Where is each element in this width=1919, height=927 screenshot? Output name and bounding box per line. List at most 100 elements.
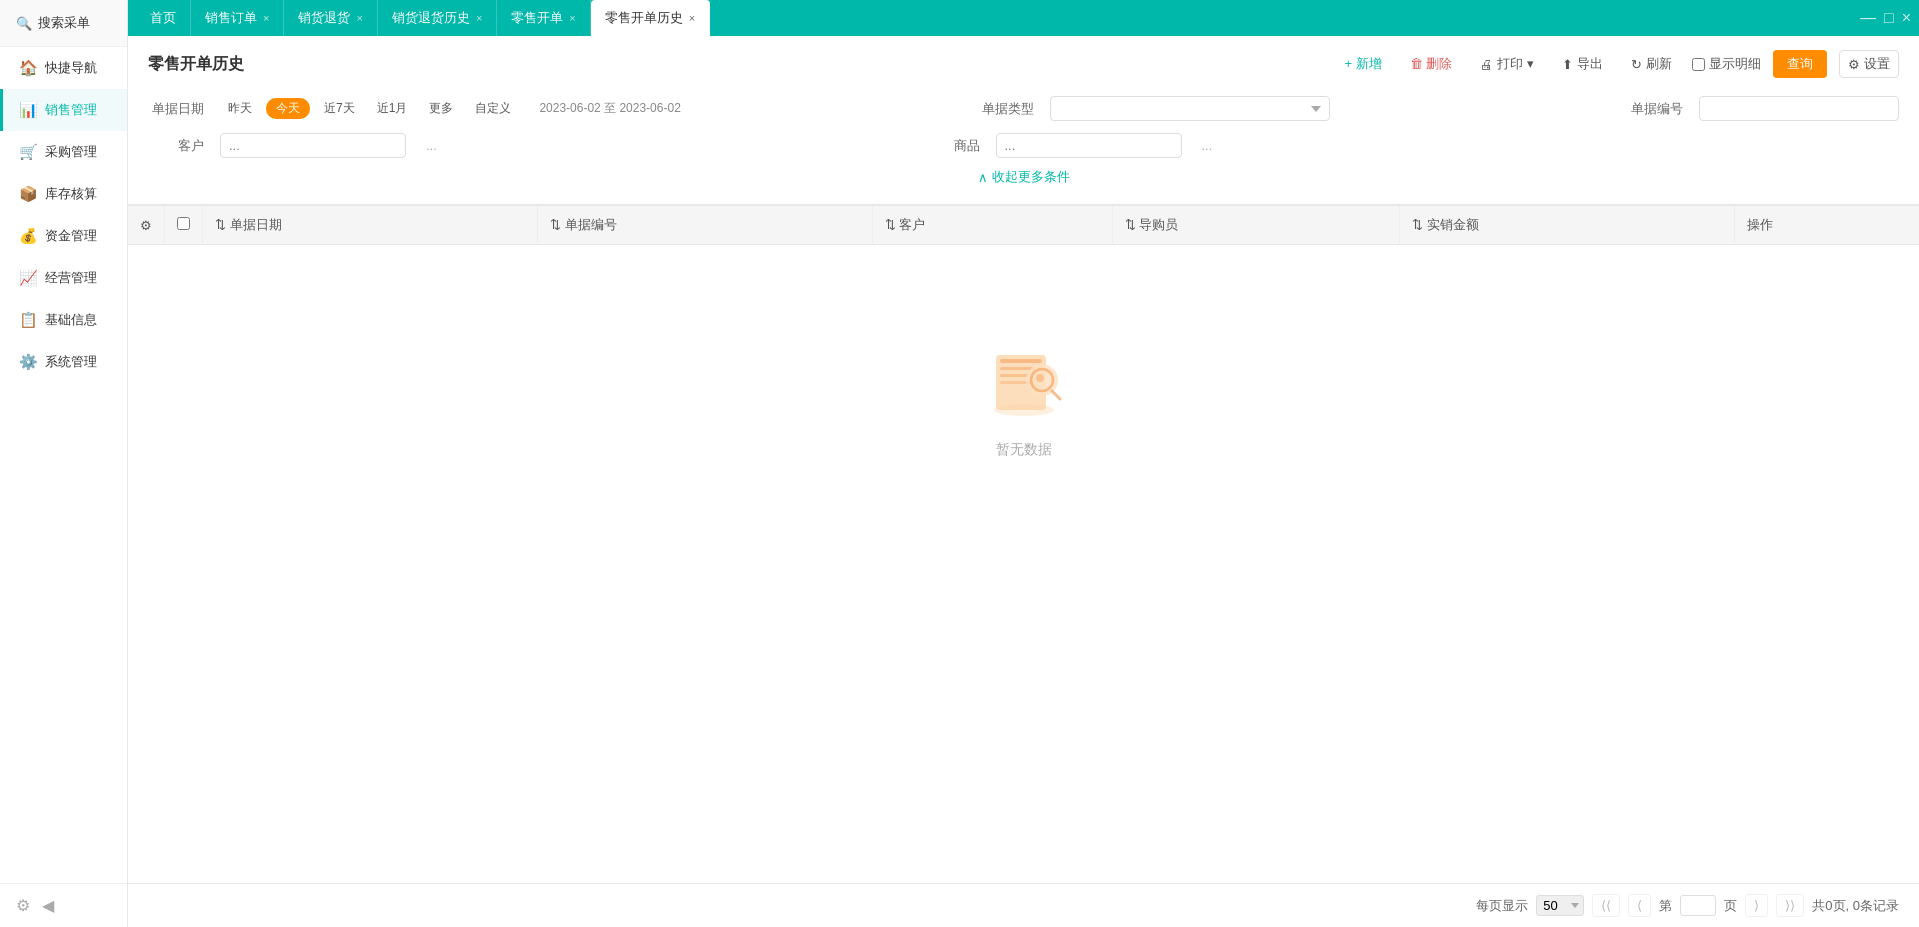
th-doc-no-sort[interactable]: ⇅ 单据编号 bbox=[550, 216, 860, 234]
tab-bar: 首页销售订单×销货退货×销货退货历史×零售开单×零售开单历史× — □ × bbox=[128, 0, 1919, 36]
th-amount-sort[interactable]: ⇅ 实销金额 bbox=[1412, 216, 1722, 234]
date-option-yesterday[interactable]: 昨天 bbox=[220, 98, 260, 119]
tab-close-retail-open[interactable]: × bbox=[569, 12, 575, 24]
tab-close-sales-return[interactable]: × bbox=[356, 12, 362, 24]
settings-label: 设置 bbox=[1864, 55, 1890, 73]
select-all-checkbox[interactable] bbox=[177, 217, 190, 230]
print-icon: 🖨 bbox=[1480, 57, 1493, 72]
goods-label: 商品 bbox=[924, 137, 980, 155]
settings-icon[interactable]: ⚙ bbox=[16, 896, 30, 915]
refresh-button[interactable]: ↻ 刷新 bbox=[1623, 51, 1680, 77]
tab-label: 销售订单 bbox=[205, 9, 257, 27]
doc-type-select[interactable] bbox=[1050, 96, 1330, 121]
page-title-row: 零售开单历史 + 新增 🗑 删除 🖨 🖨 打印 打印 ▾ ⬆ 导出 ↻ bbox=[148, 50, 1899, 78]
goods-ellipsis[interactable]: ... bbox=[1198, 138, 1217, 153]
customer-input[interactable] bbox=[220, 133, 406, 158]
sidebar-item-basic-info[interactable]: 📋基础信息 bbox=[0, 299, 127, 341]
last-page-btn[interactable]: ⟩⟩ bbox=[1776, 894, 1804, 917]
date-range-text: 2023-06-02 至 2023-06-02 bbox=[539, 100, 680, 117]
sidebar-item-label: 系统管理 bbox=[45, 353, 97, 371]
tab-label: 零售开单历史 bbox=[605, 9, 683, 27]
data-table: ⚙ ⇅ 单据日期 ⇅ 单据编号 ⇅ 客户 ⇅ 导购员 ⇅ 实销金额 操作 bbox=[128, 206, 1919, 245]
sidebar-item-quick-nav[interactable]: 🏠快捷导航 bbox=[0, 47, 127, 89]
th-customer-label: ⇅ 客户 bbox=[885, 216, 926, 234]
th-checkbox[interactable] bbox=[165, 206, 203, 245]
table-header: ⚙ ⇅ 单据日期 ⇅ 单据编号 ⇅ 客户 ⇅ 导购员 ⇅ 实销金额 操作 bbox=[128, 206, 1919, 245]
th-customer-sort[interactable]: ⇅ 客户 bbox=[885, 216, 1100, 234]
collapse-row: ∧ 收起更多条件 bbox=[148, 164, 1899, 194]
delete-button[interactable]: 🗑 删除 bbox=[1402, 51, 1461, 77]
tab-label: 首页 bbox=[150, 9, 176, 27]
export-button[interactable]: ⬆ 导出 bbox=[1554, 51, 1611, 77]
date-option-today[interactable]: 今天 bbox=[266, 98, 310, 119]
tab-retail-open[interactable]: 零售开单 × bbox=[497, 0, 590, 36]
tab-close-sales-return-history[interactable]: × bbox=[476, 12, 482, 24]
doc-no-input[interactable] bbox=[1699, 96, 1899, 121]
th-doc-no: ⇅ 单据编号 bbox=[537, 206, 872, 245]
sidebar-item-sales-mgmt[interactable]: 📊销售管理 bbox=[0, 89, 127, 131]
tab-close-sales-order[interactable]: × bbox=[263, 12, 269, 24]
next-page-btn[interactable]: ⟩ bbox=[1745, 894, 1768, 917]
tab-sales-order[interactable]: 销售订单 × bbox=[191, 0, 284, 36]
th-guide: ⇅ 导购员 bbox=[1112, 206, 1399, 245]
sidebar-item-label: 采购管理 bbox=[45, 143, 97, 161]
th-date-label: ⇅ 单据日期 bbox=[215, 216, 282, 234]
th-amount: ⇅ 实销金额 bbox=[1400, 206, 1735, 245]
th-settings[interactable]: ⚙ bbox=[128, 206, 165, 245]
collapse-button[interactable]: ∧ 收起更多条件 bbox=[966, 164, 1082, 190]
sidebar-item-operations[interactable]: 📈经营管理 bbox=[0, 257, 127, 299]
date-options: 昨天今天近7天近1月更多自定义 bbox=[220, 98, 519, 119]
tab-label: 零售开单 bbox=[511, 9, 563, 27]
show-detail-input[interactable] bbox=[1692, 58, 1705, 71]
svg-rect-2 bbox=[1000, 359, 1042, 363]
th-date-sort[interactable]: ⇅ 单据日期 bbox=[215, 216, 525, 234]
date-option-more[interactable]: 更多 bbox=[421, 98, 461, 119]
prev-page-btn[interactable]: ⟨ bbox=[1628, 894, 1651, 917]
tab-label: 销货退货 bbox=[298, 9, 350, 27]
close-btn[interactable]: × bbox=[1902, 9, 1911, 27]
minimize-btn[interactable]: — bbox=[1860, 9, 1876, 27]
sidebar-item-purchase-mgmt[interactable]: 🛒采购管理 bbox=[0, 131, 127, 173]
sidebar-item-inventory[interactable]: 📦库存核算 bbox=[0, 173, 127, 215]
sidebar-item-system[interactable]: ⚙️系统管理 bbox=[0, 341, 127, 383]
search-icon: 🔍 bbox=[16, 16, 32, 31]
sidebar-item-label: 销售管理 bbox=[45, 101, 97, 119]
collapse-icon[interactable]: ◀ bbox=[42, 896, 54, 915]
operations-icon: 📈 bbox=[19, 269, 37, 287]
print-button[interactable]: 🖨 🖨 打印 打印 ▾ bbox=[1472, 51, 1542, 77]
query-button[interactable]: 查询 bbox=[1773, 50, 1827, 78]
first-page-btn[interactable]: ⟨⟨ bbox=[1592, 894, 1620, 917]
th-amount-label: ⇅ 实销金额 bbox=[1412, 216, 1479, 234]
show-detail-checkbox[interactable]: 显示明细 bbox=[1692, 55, 1761, 73]
page-label-suffix: 页 bbox=[1724, 897, 1737, 915]
settings-icon-btn: ⚙ bbox=[1848, 57, 1860, 72]
date-option-custom[interactable]: 自定义 bbox=[467, 98, 519, 119]
sidebar: 🔍 搜索采单 🏠快捷导航📊销售管理🛒采购管理📦库存核算💰资金管理📈经营管理📋基础… bbox=[0, 0, 128, 927]
th-customer: ⇅ 客户 bbox=[872, 206, 1112, 245]
tab-home[interactable]: 首页 bbox=[136, 0, 191, 36]
per-page-select[interactable]: 102050100 bbox=[1536, 895, 1584, 916]
sidebar-item-finance[interactable]: 💰资金管理 bbox=[0, 215, 127, 257]
pagination: 每页显示 102050100 ⟨⟨ ⟨ 第 1 页 ⟩ ⟩⟩ 共0页, 0条记录 bbox=[128, 883, 1919, 927]
tab-retail-open-history[interactable]: 零售开单历史 × bbox=[591, 0, 710, 36]
settings-button[interactable]: ⚙ 设置 bbox=[1839, 50, 1899, 78]
tab-sales-return-history[interactable]: 销货退货历史× bbox=[378, 0, 497, 36]
sidebar-item-label: 基础信息 bbox=[45, 311, 97, 329]
page-input[interactable]: 1 bbox=[1680, 895, 1716, 916]
sidebar-search[interactable]: 🔍 搜索采单 bbox=[0, 0, 127, 47]
th-doc-no-label: ⇅ 单据编号 bbox=[550, 216, 617, 234]
customer-ellipsis[interactable]: ... bbox=[422, 138, 441, 153]
th-actions: 操作 bbox=[1734, 206, 1919, 245]
filter-area: 单据日期 昨天今天近7天近1月更多自定义 2023-06-02 至 2023-0… bbox=[148, 90, 1899, 204]
date-option-last7[interactable]: 近7天 bbox=[316, 98, 363, 119]
tab-sales-return[interactable]: 销货退货 × bbox=[284, 0, 377, 36]
tab-close-retail-open-history[interactable]: × bbox=[689, 12, 695, 24]
add-button[interactable]: + 新增 bbox=[1337, 51, 1390, 77]
goods-input[interactable] bbox=[996, 133, 1182, 158]
empty-illustration bbox=[974, 325, 1074, 425]
refresh-icon: ↻ bbox=[1631, 57, 1642, 72]
th-guide-sort[interactable]: ⇅ 导购员 bbox=[1125, 216, 1387, 234]
sidebar-item-label: 资金管理 bbox=[45, 227, 97, 245]
maximize-btn[interactable]: □ bbox=[1884, 9, 1894, 27]
date-option-last1month[interactable]: 近1月 bbox=[369, 98, 416, 119]
